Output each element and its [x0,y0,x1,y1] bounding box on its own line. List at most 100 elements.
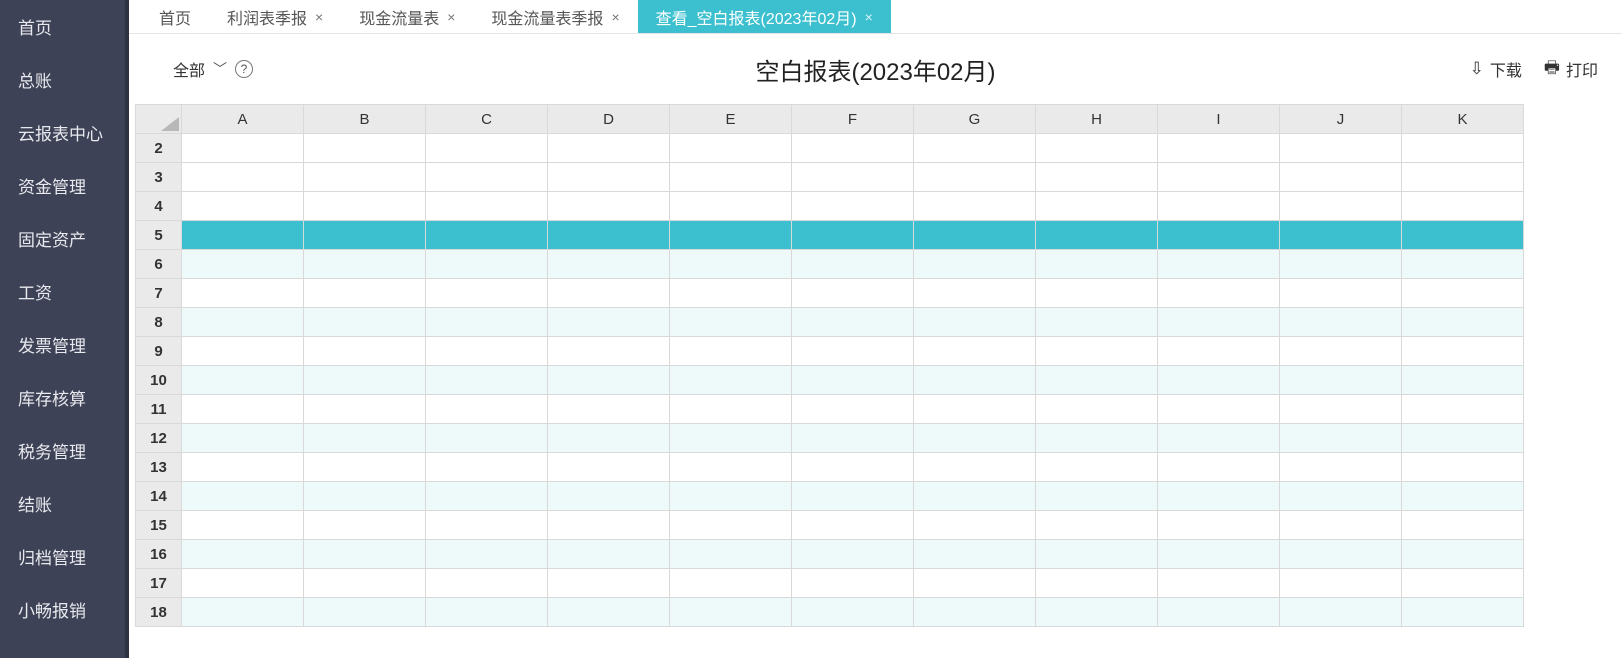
cell-J2[interactable] [1280,134,1402,163]
cell-H2[interactable] [1036,134,1158,163]
cell-E16[interactable] [670,540,792,569]
row-header-7[interactable]: 7 [136,279,182,308]
cell-A4[interactable] [182,192,304,221]
cell-F18[interactable] [792,598,914,627]
close-icon[interactable]: × [447,9,455,25]
cell-F15[interactable] [792,511,914,540]
cell-F16[interactable] [792,540,914,569]
cell-D5[interactable] [548,221,670,250]
cell-I6[interactable] [1158,250,1280,279]
cell-E17[interactable] [670,569,792,598]
cell-G12[interactable] [914,424,1036,453]
cell-B18[interactable] [304,598,426,627]
tab-0[interactable]: 首页 [141,0,209,33]
cell-A6[interactable] [182,250,304,279]
cell-H4[interactable] [1036,192,1158,221]
row-header-11[interactable]: 11 [136,395,182,424]
cell-F17[interactable] [792,569,914,598]
cell-K15[interactable] [1402,511,1524,540]
cell-A17[interactable] [182,569,304,598]
cell-C16[interactable] [426,540,548,569]
cell-C5[interactable] [426,221,548,250]
tab-3[interactable]: 现金流量表季报× [473,0,637,33]
cell-D4[interactable] [548,192,670,221]
tab-4[interactable]: 查看_空白报表(2023年02月)× [638,0,891,33]
cell-H13[interactable] [1036,453,1158,482]
cell-F3[interactable] [792,163,914,192]
cell-H7[interactable] [1036,279,1158,308]
column-header-D[interactable]: D [548,105,670,134]
cell-F11[interactable] [792,395,914,424]
cell-E7[interactable] [670,279,792,308]
cell-C9[interactable] [426,337,548,366]
chevron-down-icon[interactable]: ﹀ [213,59,227,79]
cell-F6[interactable] [792,250,914,279]
cell-F10[interactable] [792,366,914,395]
cell-I10[interactable] [1158,366,1280,395]
column-header-A[interactable]: A [182,105,304,134]
cell-J4[interactable] [1280,192,1402,221]
cell-J10[interactable] [1280,366,1402,395]
cell-F9[interactable] [792,337,914,366]
cell-B15[interactable] [304,511,426,540]
cell-E13[interactable] [670,453,792,482]
cell-H10[interactable] [1036,366,1158,395]
tab-2[interactable]: 现金流量表× [341,0,473,33]
cell-K7[interactable] [1402,279,1524,308]
cell-A2[interactable] [182,134,304,163]
cell-F7[interactable] [792,279,914,308]
cell-H6[interactable] [1036,250,1158,279]
cell-E8[interactable] [670,308,792,337]
select-all-corner[interactable] [136,105,182,134]
cell-C8[interactable] [426,308,548,337]
cell-C6[interactable] [426,250,548,279]
cell-H16[interactable] [1036,540,1158,569]
cell-D18[interactable] [548,598,670,627]
cell-G9[interactable] [914,337,1036,366]
cell-B12[interactable] [304,424,426,453]
cell-J17[interactable] [1280,569,1402,598]
column-header-F[interactable]: F [792,105,914,134]
cell-B2[interactable] [304,134,426,163]
cell-B14[interactable] [304,482,426,511]
row-header-14[interactable]: 14 [136,482,182,511]
cell-J12[interactable] [1280,424,1402,453]
cell-I14[interactable] [1158,482,1280,511]
sidebar-item-2[interactable]: 云报表中心 [0,106,125,159]
cell-J18[interactable] [1280,598,1402,627]
cell-C13[interactable] [426,453,548,482]
cell-I8[interactable] [1158,308,1280,337]
row-header-12[interactable]: 12 [136,424,182,453]
row-header-10[interactable]: 10 [136,366,182,395]
cell-J8[interactable] [1280,308,1402,337]
column-header-G[interactable]: G [914,105,1036,134]
row-header-4[interactable]: 4 [136,192,182,221]
cell-B11[interactable] [304,395,426,424]
cell-I2[interactable] [1158,134,1280,163]
close-icon[interactable]: × [865,9,873,25]
cell-I4[interactable] [1158,192,1280,221]
sidebar-item-10[interactable]: 归档管理 [0,530,125,583]
cell-A9[interactable] [182,337,304,366]
column-header-K[interactable]: K [1402,105,1524,134]
cell-E10[interactable] [670,366,792,395]
sidebar-item-9[interactable]: 结账 [0,477,125,530]
cell-J14[interactable] [1280,482,1402,511]
cell-C2[interactable] [426,134,548,163]
cell-G15[interactable] [914,511,1036,540]
cell-C14[interactable] [426,482,548,511]
sidebar-item-5[interactable]: 工资 [0,265,125,318]
row-header-3[interactable]: 3 [136,163,182,192]
close-icon[interactable]: × [315,9,323,25]
cell-K17[interactable] [1402,569,1524,598]
cell-K11[interactable] [1402,395,1524,424]
cell-B10[interactable] [304,366,426,395]
cell-K4[interactable] [1402,192,1524,221]
cell-B4[interactable] [304,192,426,221]
column-header-E[interactable]: E [670,105,792,134]
cell-J13[interactable] [1280,453,1402,482]
cell-C18[interactable] [426,598,548,627]
cell-G8[interactable] [914,308,1036,337]
cell-E4[interactable] [670,192,792,221]
cell-J15[interactable] [1280,511,1402,540]
